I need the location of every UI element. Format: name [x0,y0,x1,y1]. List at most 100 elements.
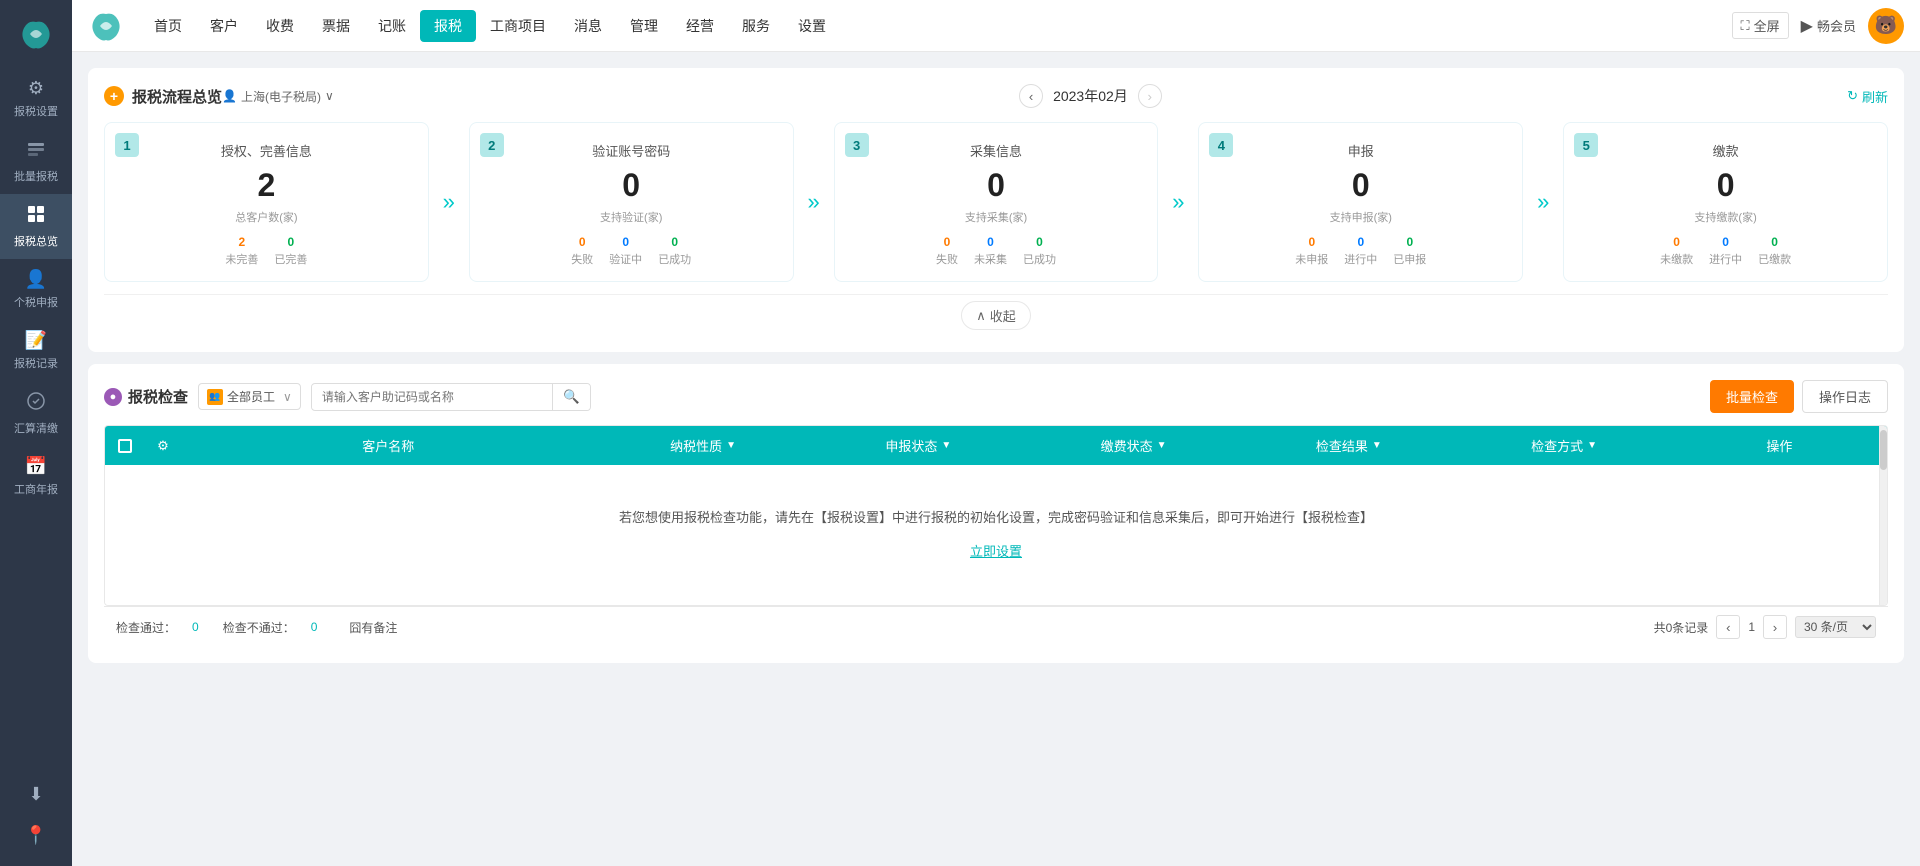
step-sub-5: 支持缴款(家) [1580,209,1871,225]
stat-val: 0 [622,235,629,249]
step-sub-2: 支持验证(家) [486,209,777,225]
scrollbar-track [1879,426,1887,605]
filter-icon[interactable]: ▼ [941,440,951,451]
stat-label: 未申报 [1295,251,1328,267]
sidebar-item-personal-declare[interactable]: 👤 个税申报 [0,259,72,320]
th-gear[interactable]: ⚙ [145,426,181,465]
stat-label: 进行中 [1344,251,1377,267]
search-box: 🔍 [311,383,591,411]
step-arrow-2: » [794,122,834,282]
search-button[interactable]: 🔍 [552,384,590,410]
step-stat-item: 0 已申报 [1393,235,1426,267]
step-card-5: 5 缴款 0 支持缴款(家) 0 未缴款 0 进行中 [1563,122,1888,282]
avatar[interactable]: 🐻 [1868,8,1904,44]
tax-check-table: ⚙ 客户名称 纳税性质 ▼ 申报状态 ▼ 缴费状态 ▼ [104,425,1888,606]
select-all-checkbox[interactable] [118,439,132,453]
stat-val: 0 [1357,235,1364,249]
nav-manage[interactable]: 管理 [616,10,672,42]
collapse-button[interactable]: ∧ 收起 [961,301,1031,330]
filter-icon[interactable]: ▼ [1587,440,1597,451]
step-count-2: 0 [486,168,777,203]
nav-operation[interactable]: 经营 [672,10,728,42]
nav-commerce[interactable]: 工商项目 [476,10,560,42]
operation-log-button[interactable]: 操作日志 [1802,380,1888,413]
prev-month-button[interactable]: ‹ [1019,84,1043,108]
collapse-bar: ∧ 收起 [104,294,1888,336]
step-sub-3: 支持采集(家) [851,209,1142,225]
step-stats-5: 0 未缴款 0 进行中 0 已缴款 [1580,235,1871,267]
app-logo [12,10,60,58]
step-card-3: 3 采集信息 0 支持采集(家) 0 失败 0 未采集 [834,122,1159,282]
stat-val: 0 [671,235,678,249]
search-input[interactable] [312,385,552,409]
fullscreen-icon: ⛶ [1741,18,1750,34]
next-month-button[interactable]: › [1138,84,1162,108]
sidebar-item-download[interactable]: ⬇ [0,774,72,815]
stat-label: 已成功 [658,251,691,267]
sidebar-item-tax-records[interactable]: 📝 报税记录 [0,320,72,381]
table-header: ⚙ 客户名称 纳税性质 ▼ 申报状态 ▼ 缴费状态 ▼ [105,426,1887,465]
step-stat-item: 0 进行中 [1344,235,1377,267]
step-stat-item: 0 失败 [571,235,593,267]
staff-select[interactable]: 👥 全部员工 ∨ [198,383,301,410]
chevron-down-icon: ∨ [283,390,292,404]
sidebar-item-batch-tax[interactable]: 批量报税 [0,129,72,194]
nav-tax[interactable]: 报税 [420,10,476,42]
stat-val: 0 [1308,235,1315,249]
scrollbar-thumb[interactable] [1880,430,1887,470]
check-fail-count[interactable]: 0 [311,620,318,634]
prev-page-button[interactable]: ‹ [1716,615,1740,639]
batch-check-button[interactable]: 批量检查 [1710,380,1794,413]
sidebar-item-annual-report[interactable]: 📅 工商年报 [0,446,72,507]
chevron-down-icon: ∨ [325,89,334,103]
per-page-select[interactable]: 30 条/页 50 条/页 100 条/页 [1795,616,1876,638]
nav-service[interactable]: 服务 [728,10,784,42]
gear-icon: ⚙ [157,438,169,454]
step-title-1: 授权、完善信息 [121,137,412,160]
step-count-3: 0 [851,168,1142,203]
nav-client[interactable]: 客户 [196,10,252,42]
nav-message[interactable]: 消息 [560,10,616,42]
stat-label: 失败 [571,251,593,267]
next-page-button[interactable]: › [1763,615,1787,639]
check-fail-label: 检查不通过： [223,619,295,636]
nav-fee[interactable]: 收费 [252,10,308,42]
step-count-1: 2 [121,168,412,203]
stat-label: 已申报 [1393,251,1426,267]
refresh-button[interactable]: ↻ 刷新 [1847,87,1888,106]
fullscreen-button[interactable]: ⛶ 全屏 [1732,12,1789,39]
tax-check-panel: ● 报税检查 👥 全部员工 ∨ 🔍 批量检查 操作日志 [88,364,1904,663]
sidebar-item-tax-overview[interactable]: 报税总览 [0,194,72,259]
filter-icon[interactable]: ▼ [1157,440,1167,451]
th-check-method: 检查方式 ▼ [1457,426,1672,465]
download-icon: ⬇ [28,784,43,805]
step-stats-1: 2 未完善 0 已完善 [121,235,412,267]
sidebar-item-tax-settings[interactable]: ⚙ 报税设置 [0,68,72,129]
step-title-5: 缴款 [1580,137,1871,160]
sidebar-item-location[interactable]: 📍 [0,815,72,856]
stat-val: 0 [1673,235,1680,249]
location-icon: 📍 [25,825,47,846]
setup-link[interactable]: 立即设置 [970,544,1022,559]
th-checkbox[interactable] [105,426,145,465]
nav-invoice[interactable]: 票据 [308,10,364,42]
nav-home[interactable]: 首页 [140,10,196,42]
nav-accounting[interactable]: 记账 [364,10,420,42]
location-tag[interactable]: 👤 上海(电子税局) ∨ [222,88,334,105]
stat-val: 0 [288,235,295,249]
step-num-3: 3 [845,133,869,157]
step-stats-3: 0 失败 0 未采集 0 已成功 [851,235,1142,267]
refresh-icon: ↻ [1847,88,1858,104]
step-stat-item: 0 已完善 [274,235,307,267]
overview-title: + 报税流程总览 [104,86,222,107]
step-stat-item: 0 未采集 [974,235,1007,267]
sidebar-item-settlement[interactable]: 汇算清缴 [0,381,72,446]
filter-icon[interactable]: ▼ [1372,440,1382,451]
nav-settings[interactable]: 设置 [784,10,840,42]
filter-icon[interactable]: ▼ [726,440,736,451]
stat-label: 验证中 [609,251,642,267]
check-pass-count[interactable]: 0 [192,620,199,634]
vip-button[interactable]: ▶ 畅会员 [1801,16,1856,36]
stat-val: 0 [579,235,586,249]
step-stat-item: 0 已成功 [1023,235,1056,267]
